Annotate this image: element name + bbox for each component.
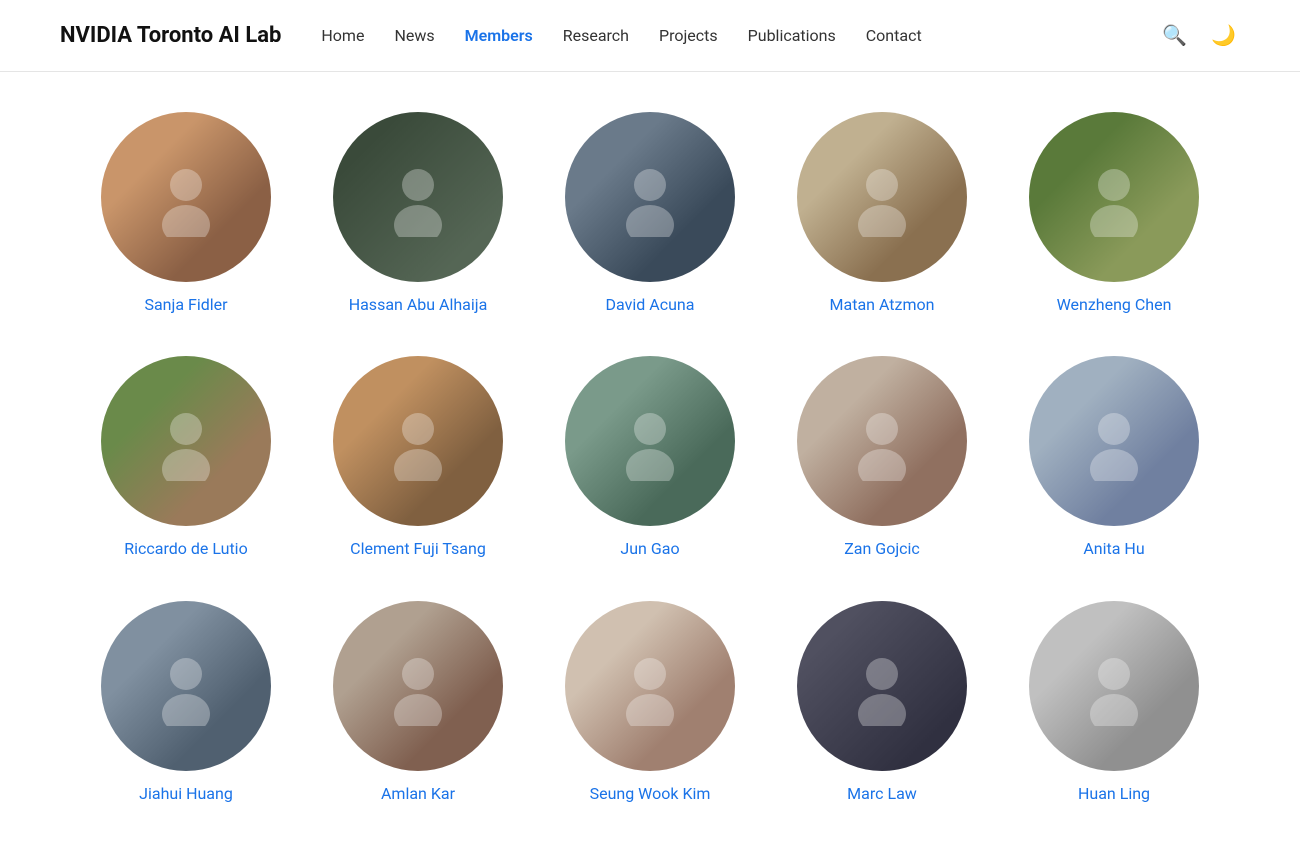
member-avatar (333, 356, 503, 526)
person-silhouette-icon (101, 112, 271, 282)
member-card[interactable]: Huan Ling (1029, 601, 1199, 805)
member-card[interactable]: Hassan Abu Alhaija (333, 112, 503, 316)
member-name: Hassan Abu Alhaija (349, 294, 488, 316)
member-card[interactable]: Riccardo de Lutio (101, 356, 271, 560)
member-name: Huan Ling (1078, 783, 1150, 805)
person-silhouette-icon (565, 356, 735, 526)
nav-link-home[interactable]: Home (321, 26, 364, 45)
nav-link-news[interactable]: News (394, 26, 434, 45)
person-silhouette-icon (565, 112, 735, 282)
member-avatar (797, 112, 967, 282)
member-name: Anita Hu (1083, 538, 1144, 560)
member-avatar (1029, 601, 1199, 771)
member-card[interactable]: Jun Gao (565, 356, 735, 560)
members-grid: Sanja Fidler Hassan Abu Alhaija David Ac… (80, 112, 1220, 805)
member-card[interactable]: Clement Fuji Tsang (333, 356, 503, 560)
member-avatar (1029, 356, 1199, 526)
main-content: Sanja Fidler Hassan Abu Alhaija David Ac… (0, 72, 1300, 845)
member-card[interactable]: Zan Gojcic (797, 356, 967, 560)
nav-link-projects[interactable]: Projects (659, 26, 718, 45)
member-name: Sanja Fidler (144, 294, 227, 316)
person-silhouette-icon (333, 112, 503, 282)
member-card[interactable]: Seung Wook Kim (565, 601, 735, 805)
member-avatar (333, 112, 503, 282)
nav-link-research[interactable]: Research (563, 26, 629, 45)
person-silhouette-icon (1029, 356, 1199, 526)
member-name: Amlan Kar (381, 783, 455, 805)
search-icon: 🔍 (1162, 23, 1187, 48)
member-name: Zan Gojcic (844, 538, 920, 560)
person-silhouette-icon (797, 601, 967, 771)
member-name: Clement Fuji Tsang (350, 538, 486, 560)
member-card[interactable]: David Acuna (565, 112, 735, 316)
member-avatar (797, 356, 967, 526)
member-name: Jun Gao (620, 538, 679, 560)
member-name: Jiahui Huang (139, 783, 233, 805)
member-card[interactable]: Marc Law (797, 601, 967, 805)
person-silhouette-icon (797, 356, 967, 526)
member-avatar (565, 112, 735, 282)
member-name: Marc Law (847, 783, 917, 805)
member-avatar (565, 356, 735, 526)
member-name: David Acuna (606, 294, 695, 316)
person-silhouette-icon (101, 356, 271, 526)
nav-link-members[interactable]: Members (465, 26, 533, 45)
member-card[interactable]: Jiahui Huang (101, 601, 271, 805)
person-silhouette-icon (101, 601, 271, 771)
member-avatar (101, 601, 271, 771)
member-avatar (333, 601, 503, 771)
member-card[interactable]: Matan Atzmon (797, 112, 967, 316)
person-silhouette-icon (1029, 601, 1199, 771)
member-name: Matan Atzmon (830, 294, 935, 316)
dark-mode-icon: 🌙 (1211, 23, 1236, 48)
member-avatar (797, 601, 967, 771)
member-name: Wenzheng Chen (1057, 294, 1172, 316)
member-card[interactable]: Sanja Fidler (101, 112, 271, 316)
member-name: Riccardo de Lutio (124, 538, 247, 560)
nav-icons: 🔍 🌙 (1158, 19, 1240, 52)
person-silhouette-icon (1029, 112, 1199, 282)
person-silhouette-icon (333, 601, 503, 771)
header: NVIDIA Toronto AI Lab Home News Members Res… (0, 0, 1300, 72)
dark-mode-button[interactable]: 🌙 (1207, 19, 1240, 52)
person-silhouette-icon (797, 112, 967, 282)
person-silhouette-icon (565, 601, 735, 771)
site-title: NVIDIA Toronto AI Lab (60, 23, 281, 48)
nav-link-contact[interactable]: Contact (866, 26, 922, 45)
member-avatar (101, 356, 271, 526)
member-card[interactable]: Wenzheng Chen (1029, 112, 1199, 316)
member-card[interactable]: Anita Hu (1029, 356, 1199, 560)
member-avatar (565, 601, 735, 771)
search-button[interactable]: 🔍 (1158, 19, 1191, 52)
nav-link-publications[interactable]: Publications (748, 26, 836, 45)
member-avatar (1029, 112, 1199, 282)
main-nav: Home News Members Research Projects Publicati… (321, 26, 1158, 45)
member-avatar (101, 112, 271, 282)
person-silhouette-icon (333, 356, 503, 526)
member-card[interactable]: Amlan Kar (333, 601, 503, 805)
member-name: Seung Wook Kim (590, 783, 711, 805)
